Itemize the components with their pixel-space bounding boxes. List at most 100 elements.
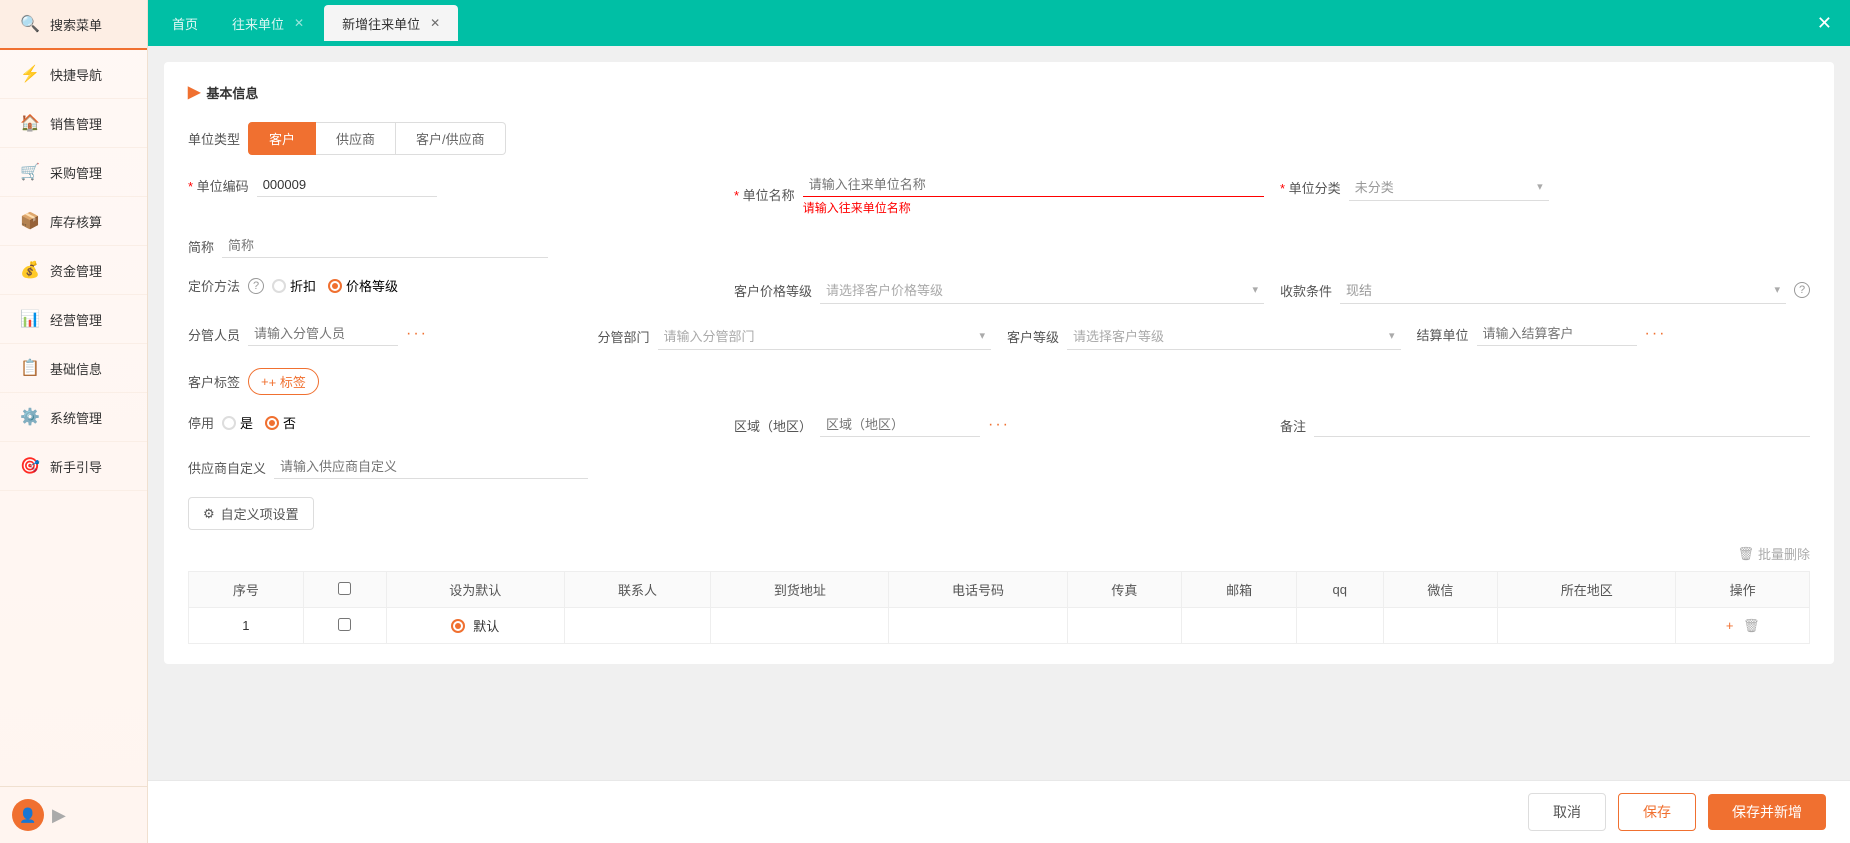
save-button[interactable]: 保存: [1618, 793, 1696, 831]
pricing-method-field: 定价方法 ? 折扣 价格等级: [188, 276, 718, 295]
unit-name-error: 请输入往来单位名称: [803, 199, 1264, 216]
unit-code-input[interactable]: [257, 173, 437, 197]
add-tag-button[interactable]: + + 标签: [248, 368, 319, 395]
col-checkbox[interactable]: [303, 572, 386, 608]
remark-field: 备注: [1280, 413, 1810, 437]
short-name-input[interactable]: [222, 234, 548, 258]
customer-price-level-field: 客户价格等级 请选择客户价格等级 ▾: [734, 276, 1264, 304]
manager-more-icon[interactable]: ···: [406, 325, 428, 343]
disabled-radio-group: 是 否: [222, 413, 296, 432]
settlement-more-icon[interactable]: ···: [1645, 325, 1667, 343]
radio-discount[interactable]: 折扣: [272, 276, 316, 295]
unit-category-select[interactable]: 未分类 ▾: [1349, 173, 1549, 201]
type-btn-both[interactable]: 客户/供应商: [396, 122, 506, 155]
pricing-help-icon[interactable]: ?: [248, 278, 264, 294]
tab-partners-close[interactable]: ✕: [294, 16, 304, 30]
basic-info-card: ▶ 基本信息 单位类型 客户 供应商 客户/供应商 单位编码: [164, 62, 1834, 664]
add-row-icon[interactable]: +: [1726, 618, 1734, 633]
type-btn-supplier[interactable]: 供应商: [316, 122, 396, 155]
tab-home-label: 首页: [172, 14, 198, 33]
tab-new-partner-label: 新增往来单位: [342, 14, 420, 33]
department-label: 分管部门: [598, 327, 650, 346]
radio-no-circle: [265, 416, 279, 430]
col-default: 设为默认: [386, 572, 564, 608]
row-default[interactable]: 默认: [386, 608, 564, 644]
row-select-checkbox[interactable]: [338, 618, 351, 631]
sidebar-expand-icon[interactable]: ▶: [52, 805, 66, 826]
region-input[interactable]: [820, 413, 980, 437]
tab-home[interactable]: 首页: [158, 5, 212, 41]
custom-settings-button[interactable]: ⚙ 自定义项设置: [188, 497, 314, 530]
department-select[interactable]: 请输入分管部门 ▾: [658, 322, 991, 350]
settlement-field: 结算单位 ···: [1417, 322, 1811, 346]
default-label: 默认: [473, 616, 499, 635]
unit-name-input[interactable]: [803, 173, 1264, 197]
pricing-radio-group: 折扣 价格等级: [272, 276, 398, 295]
row-checkbox[interactable]: [303, 608, 386, 644]
sidebar-item-label: 快捷导航: [50, 65, 102, 84]
table-toolbar: 🗑 批量删除: [188, 544, 1810, 563]
tab-new-partner[interactable]: 新增往来单位 ✕: [324, 5, 458, 41]
manager-row: 分管人员 ··· 分管部门 请输入分管部门 ▾ 客户等级 请选择客户等级 ▾: [188, 322, 1810, 350]
payment-help-icon[interactable]: ?: [1794, 282, 1810, 298]
cancel-button[interactable]: 取消: [1528, 793, 1606, 831]
supplier-custom-input[interactable]: [274, 455, 588, 479]
disabled-field: 停用 是 否: [188, 413, 718, 432]
customer-price-level-select[interactable]: 请选择客户价格等级 ▾: [820, 276, 1264, 304]
sidebar-item-system[interactable]: ⚙️ 系统管理: [0, 393, 147, 442]
user-avatar[interactable]: 👤: [12, 799, 44, 831]
sidebar-item-finance[interactable]: 💰 资金管理: [0, 246, 147, 295]
radio-no[interactable]: 否: [265, 413, 296, 432]
supplier-custom-row: 供应商自定义: [188, 455, 1810, 479]
col-fax: 传真: [1067, 572, 1182, 608]
unit-type-label: 单位类型: [188, 129, 240, 148]
supplier-custom-label: 供应商自定义: [188, 458, 266, 477]
customer-level-field: 客户等级 请选择客户等级 ▾: [1007, 322, 1401, 350]
manager-input[interactable]: [248, 322, 398, 346]
chevron-down-icon: ▾: [979, 329, 985, 342]
radio-yes[interactable]: 是: [222, 413, 253, 432]
sidebar-item-search[interactable]: 🔍 搜索菜单: [0, 0, 147, 50]
tabs-bar: 首页 往来单位 ✕ 新增往来单位 ✕ ✕: [148, 0, 1850, 46]
sidebar-item-label: 新手引导: [50, 457, 102, 476]
unit-type-field: 单位类型 客户 供应商 客户/供应商: [188, 122, 1810, 155]
remark-input[interactable]: [1314, 413, 1810, 437]
sidebar-item-purchase[interactable]: 🛒 采购管理: [0, 148, 147, 197]
cart-icon: 🛒: [20, 162, 40, 182]
radio-price-level[interactable]: 价格等级: [328, 276, 398, 295]
radio-price-level-label: 价格等级: [346, 276, 398, 295]
row-wechat: [1383, 608, 1498, 644]
payment-terms-select[interactable]: 现结 ▾: [1340, 276, 1786, 304]
settlement-input[interactable]: [1477, 322, 1637, 346]
sidebar-item-quick-nav[interactable]: ⚡ 快捷导航: [0, 50, 147, 99]
sidebar-item-inventory[interactable]: 📦 库存核算: [0, 197, 147, 246]
batch-delete-button[interactable]: 🗑 批量删除: [1737, 544, 1810, 563]
table-row: 1 默认: [189, 608, 1810, 644]
type-btn-customer[interactable]: 客户: [248, 122, 316, 155]
col-actions: 操作: [1676, 572, 1810, 608]
region-more-icon[interactable]: ···: [988, 416, 1010, 434]
batch-delete-label: 批量删除: [1758, 544, 1810, 563]
tab-new-partner-close[interactable]: ✕: [430, 16, 440, 30]
customer-level-select[interactable]: 请选择客户等级 ▾: [1067, 322, 1400, 350]
radio-discount-label: 折扣: [290, 276, 316, 295]
unit-type-buttons: 客户 供应商 客户/供应商: [248, 122, 506, 155]
tab-partners[interactable]: 往来单位 ✕: [214, 5, 322, 41]
save-and-new-button[interactable]: 保存并新增: [1708, 794, 1826, 830]
disabled-row: 停用 是 否 区域（地区） ···: [188, 413, 1810, 437]
close-all-tabs[interactable]: ✕: [1809, 9, 1840, 38]
action-bar: 取消 保存 保存并新增: [148, 780, 1850, 843]
sidebar-item-basic[interactable]: 📋 基础信息: [0, 344, 147, 393]
default-radio-circle: [451, 619, 465, 633]
sidebar-item-sales[interactable]: 🏠 销售管理: [0, 99, 147, 148]
remark-label: 备注: [1280, 416, 1306, 435]
sidebar-item-operations[interactable]: 📊 经营管理: [0, 295, 147, 344]
row-fax: [1067, 608, 1182, 644]
lightning-icon: ⚡: [20, 64, 40, 84]
sidebar-item-guide[interactable]: 🎯 新手引导: [0, 442, 147, 491]
unit-category-field: 单位分类 未分类 ▾: [1280, 173, 1810, 201]
home-icon: 🏠: [20, 113, 40, 133]
select-all-checkbox[interactable]: [338, 582, 351, 595]
delete-row-icon[interactable]: 🗑: [1743, 618, 1760, 633]
default-radio[interactable]: 默认: [397, 616, 554, 635]
